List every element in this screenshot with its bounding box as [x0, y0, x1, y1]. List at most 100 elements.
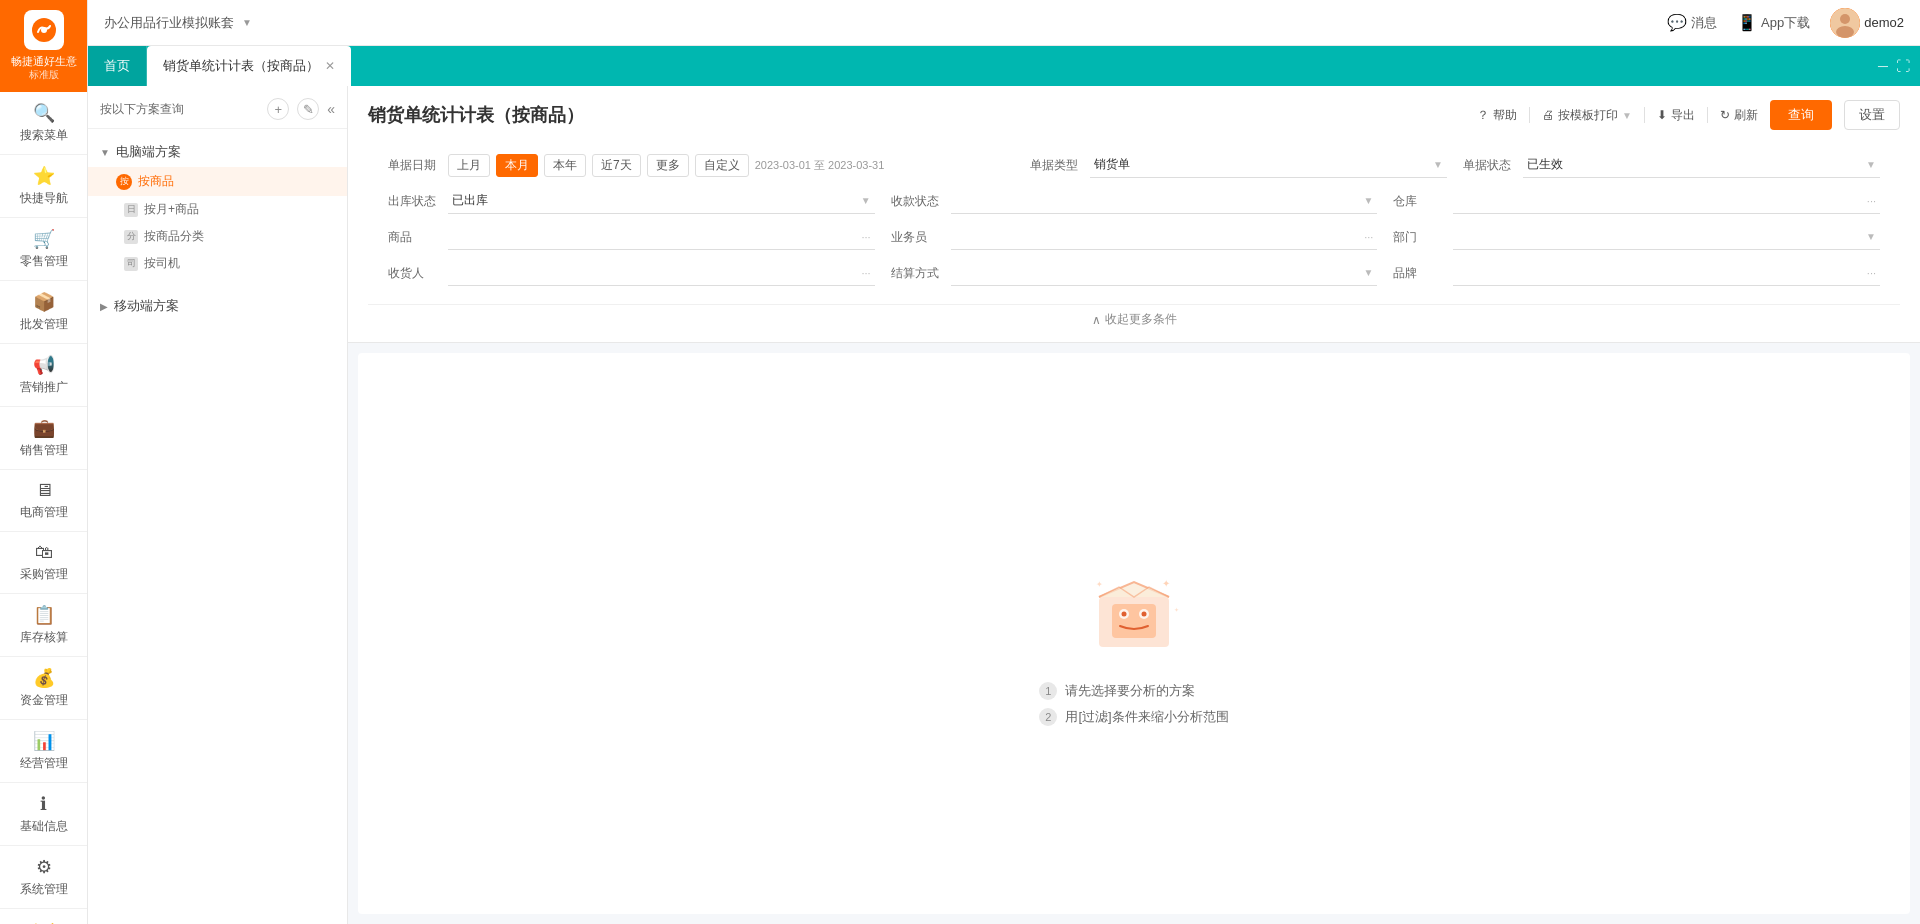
docstatus-dropdown-icon: ▼ [1866, 159, 1876, 170]
tab-close-btn[interactable]: ✕ [325, 60, 335, 72]
sidebar-item-retail[interactable]: 🛒 零售管理 [0, 218, 87, 281]
sidebar-item-inventory[interactable]: 📋 库存核算 [0, 594, 87, 657]
sidebar-label-inventory: 库存核算 [20, 629, 68, 646]
empty-state: ✦ ✦ ✦ 1 请先选择要分析的方案 2 用[过滤]条件来缩小分析范围 [358, 353, 1910, 914]
scheme-item-by-month-product[interactable]: 日 按月+商品 [88, 196, 347, 223]
app-download-label: App下载 [1761, 14, 1810, 32]
date-7days-btn[interactable]: 近7天 [592, 154, 641, 177]
receiptstatus-value[interactable]: ▼ [951, 188, 1378, 214]
salesperson-ellipsis-icon: ··· [1364, 231, 1373, 243]
payment-value[interactable]: ▼ [951, 260, 1378, 286]
sidebar-item-basic[interactable]: ℹ 基础信息 [0, 783, 87, 846]
docstatus-value[interactable]: 已生效 ▼ [1523, 152, 1880, 178]
user-avatar-btn[interactable]: demo2 [1830, 8, 1904, 38]
edit-scheme-btn[interactable]: ✎ [297, 98, 319, 120]
filter-warehouse-field: 仓库 ··· [1393, 188, 1880, 214]
retail-icon: 🛒 [33, 228, 55, 250]
doctype-dropdown-icon: ▼ [1433, 159, 1443, 170]
salesperson-value[interactable]: ··· [951, 224, 1378, 250]
pc-scheme-header[interactable]: ▼ 电脑端方案 [88, 137, 347, 167]
warehouse-value[interactable]: ··· [1453, 188, 1880, 214]
sidebar-item-ecommerce[interactable]: 🖥 电商管理 [0, 470, 87, 532]
filter-product-field: 商品 ··· [388, 224, 875, 250]
messages-btn[interactable]: 💬 消息 [1667, 13, 1717, 32]
tip-num-1: 1 [1039, 682, 1057, 700]
sidebar-item-enterprise[interactable]: 🤝 企业协同 [0, 909, 87, 924]
date-more-btn[interactable]: 更多 [647, 154, 689, 177]
sidebar-item-system[interactable]: ⚙ 系统管理 [0, 846, 87, 909]
empty-tips: 1 请先选择要分析的方案 2 用[过滤]条件来缩小分析范围 [1039, 682, 1228, 726]
sidebar: 畅捷通好生意 标准版 🔍 搜索菜单 ⭐ 快捷导航 🛒 零售管理 📦 批发管理 📢… [0, 0, 88, 924]
divider2 [1644, 107, 1645, 123]
sidebar-item-wholesale[interactable]: 📦 批发管理 [0, 281, 87, 344]
export-label: 导出 [1671, 107, 1695, 124]
export-btn[interactable]: ⬇ 导出 [1657, 107, 1695, 124]
print-btn[interactable]: 🖨 按模板打印 ▼ [1542, 107, 1632, 124]
edit-icon: ✎ [303, 102, 314, 117]
filter-recipient-field: 收货人 ··· [388, 260, 875, 286]
sidebar-item-purchase[interactable]: 🛍 采购管理 [0, 532, 87, 594]
warehouse-ellipsis-icon: ··· [1867, 195, 1876, 207]
maximize-icon[interactable]: ⛶ [1896, 58, 1910, 74]
tab-home[interactable]: 首页 [88, 46, 147, 86]
date-this-year-btn[interactable]: 本年 [544, 154, 586, 177]
recipient-value[interactable]: ··· [448, 260, 875, 286]
pc-section-title: 电脑端方案 [116, 143, 335, 161]
message-icon: 💬 [1667, 13, 1687, 32]
filter-receiptstatus-field: 收款状态 ▼ [891, 188, 1378, 214]
sidebar-label-retail: 零售管理 [20, 253, 68, 270]
outstatus-value[interactable]: 已出库 ▼ [448, 188, 875, 214]
sidebar-item-operations[interactable]: 📊 经营管理 [0, 720, 87, 783]
recipient-label: 收货人 [388, 265, 440, 282]
query-btn[interactable]: 查询 [1770, 100, 1832, 130]
brand-ellipsis-icon: ··· [1867, 267, 1876, 279]
scheme-item-by-company[interactable]: 司 按司机 [88, 250, 347, 277]
dept-value[interactable]: ▼ [1453, 224, 1880, 250]
avatar [1830, 8, 1860, 38]
sidebar-item-sales[interactable]: 💼 销售管理 [0, 407, 87, 470]
refresh-label: 刷新 [1734, 107, 1758, 124]
workspace-selector[interactable]: 办公用品行业模拟账套 ▼ [104, 14, 252, 32]
scheme-item-category-label: 按商品分类 [144, 228, 204, 245]
date-last-month-btn[interactable]: 上月 [448, 154, 490, 177]
collapse-more-bar[interactable]: ∧ 收起更多条件 [368, 304, 1900, 334]
help-btn[interactable]: ？ 帮助 [1477, 107, 1517, 124]
mobile-section-arrow: ▶ [100, 301, 108, 312]
payment-dropdown-icon: ▼ [1363, 267, 1373, 278]
dept-label: 部门 [1393, 229, 1445, 246]
doctype-value[interactable]: 销货单 ▼ [1090, 152, 1447, 178]
mobile-scheme-header[interactable]: ▶ 移动端方案 [88, 291, 347, 321]
divider1 [1529, 107, 1530, 123]
product-value[interactable]: ··· [448, 224, 875, 250]
brand-value[interactable]: ··· [1453, 260, 1880, 286]
scheme-item-by-category[interactable]: 分 按商品分类 [88, 223, 347, 250]
sidebar-item-marketing[interactable]: 📢 营销推广 [0, 344, 87, 407]
product-label: 商品 [388, 229, 440, 246]
refresh-btn[interactable]: ↻ 刷新 [1720, 107, 1758, 124]
sidebar-item-quick-nav[interactable]: ⭐ 快捷导航 [0, 155, 87, 218]
month-product-icon: 日 [124, 203, 138, 217]
app-download-btn[interactable]: 📱 App下载 [1737, 13, 1810, 32]
filter-doctype-field: 单据类型 销货单 ▼ [1030, 152, 1447, 178]
settings-btn[interactable]: 设置 [1844, 100, 1900, 130]
sales-icon: 💼 [33, 417, 55, 439]
sidebar-item-search[interactable]: 🔍 搜索菜单 [0, 92, 87, 155]
outstatus-dropdown-icon: ▼ [861, 195, 871, 206]
tab-stats[interactable]: 销货单统计计表（按商品） ✕ [147, 46, 351, 86]
content-area: 按以下方案查询 + ✎ « ▼ 电脑端方案 按 [88, 86, 1920, 924]
date-this-month-btn[interactable]: 本月 [496, 154, 538, 177]
add-scheme-btn[interactable]: + [267, 98, 289, 120]
filter-panel: 按以下方案查询 + ✎ « ▼ 电脑端方案 按 [88, 86, 348, 924]
home-tab-label: 首页 [104, 57, 130, 75]
sidebar-label-wholesale: 批发管理 [20, 316, 68, 333]
scheme-item-by-product[interactable]: 按 按商品 [88, 167, 347, 196]
main-area: 办公用品行业模拟账套 ▼ 💬 消息 📱 App下载 de [88, 0, 1920, 924]
collapse-panel-btn[interactable]: « [327, 101, 335, 117]
sidebar-item-finance[interactable]: 💰 资金管理 [0, 657, 87, 720]
sidebar-label-quick-nav: 快捷导航 [20, 190, 68, 207]
filter-salesperson-field: 业务员 ··· [891, 224, 1378, 250]
print-icon: 🖨 [1542, 108, 1554, 122]
tip-num-2: 2 [1039, 708, 1057, 726]
minimize-icon[interactable]: ─ [1878, 58, 1888, 74]
date-custom-btn[interactable]: 自定义 [695, 154, 749, 177]
